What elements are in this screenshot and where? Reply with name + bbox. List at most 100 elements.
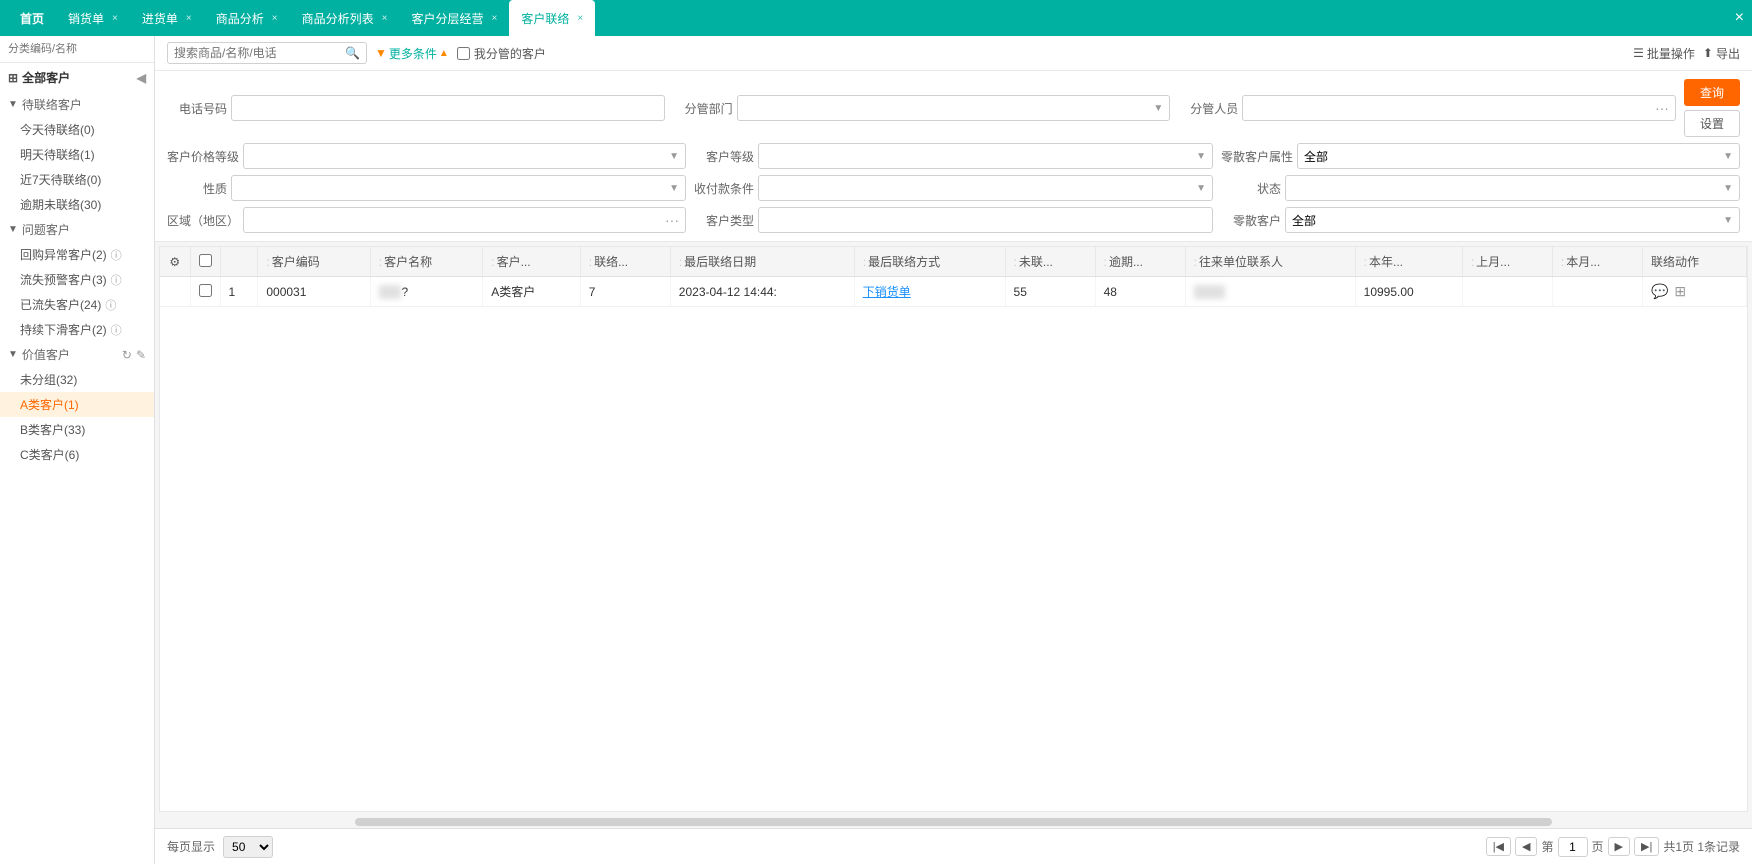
info-icon-already-lost[interactable]: ⓘ xyxy=(105,300,116,312)
th-last-month[interactable]: 上月... xyxy=(1462,247,1552,277)
manager-select[interactable]: ··· xyxy=(1242,95,1676,121)
price-grade-select[interactable]: ▼ xyxy=(243,143,686,169)
filter-field-customer-type: 客户类型 xyxy=(694,207,1213,233)
sidebar-item-class-c[interactable]: C类客户(6) xyxy=(0,442,154,467)
nav-tab-sales[interactable]: 销货单× xyxy=(56,0,130,36)
next-page-btn[interactable]: ▶ xyxy=(1608,837,1630,856)
edit-icon[interactable]: ✎ xyxy=(136,348,146,362)
th-last-contact-date[interactable]: 最后联络日期 xyxy=(670,247,854,277)
row-last-contact-method: 下销货单 xyxy=(854,277,1005,307)
nature-select[interactable]: ▼ xyxy=(231,175,686,201)
payment-select[interactable]: ▼ xyxy=(758,175,1213,201)
export-icon: ⬆ xyxy=(1703,46,1713,60)
sidebar-item-label-lost-predicted: 流失预警客户(3) xyxy=(20,273,107,287)
row-method-link[interactable]: 下销货单 xyxy=(863,285,911,299)
retail-customer-select[interactable]: 全部 ▼ xyxy=(1285,207,1740,233)
th-code[interactable]: 客户编码 xyxy=(258,247,370,277)
customer-grade-select[interactable]: ▼ xyxy=(758,143,1213,169)
sidebar-item-7days[interactable]: 近7天待联络(0) xyxy=(0,167,154,192)
close-all-icon[interactable]: × xyxy=(1735,9,1744,27)
sidebar-section-arrow-pending-contact: ▼ xyxy=(8,99,18,110)
bulk-ops-btn[interactable]: ☰ 批量操作 xyxy=(1633,45,1695,62)
settings-btn[interactable]: 设置 xyxy=(1684,110,1740,137)
nav-tab-close-sales[interactable]: × xyxy=(112,13,118,24)
retail-attr-arrow-icon: ▼ xyxy=(1723,151,1733,162)
th-this-month[interactable]: 本月... xyxy=(1552,247,1642,277)
sidebar-item-label-repurchase-abnormal: 回购异常客户(2) xyxy=(20,248,107,262)
sidebar-section-title-problem-customers[interactable]: ▼问题客户 xyxy=(0,217,154,242)
retail-customer-arrow-icon: ▼ xyxy=(1723,215,1733,226)
sidebar-all-customers[interactable]: ⊞ 全部客户 ◀ xyxy=(0,63,154,92)
region-select[interactable]: ··· xyxy=(243,207,686,233)
sidebar-item-class-a[interactable]: A类客户(1) xyxy=(0,392,154,417)
th-name[interactable]: 客户名称 xyxy=(370,247,482,277)
row-name: Ea? xyxy=(370,277,482,307)
nav-tab-customer-contact[interactable]: 客户联络× xyxy=(509,0,595,36)
last-page-btn[interactable]: ▶| xyxy=(1634,837,1659,856)
th-uncontacted[interactable]: 未联... xyxy=(1005,247,1095,277)
info-icon-repurchase-abnormal[interactable]: ⓘ xyxy=(111,250,122,262)
sidebar-item-label-class-b: B类客户(33) xyxy=(20,423,85,437)
chat-icon[interactable]: 💬 xyxy=(1651,283,1668,300)
th-contact[interactable]: 联络... xyxy=(580,247,670,277)
dept-select[interactable]: ▼ xyxy=(737,95,1171,121)
horizontal-scrollbar[interactable] xyxy=(155,816,1752,828)
info-icon-continuous-decline[interactable]: ⓘ xyxy=(111,325,122,337)
sidebar-search-input[interactable] xyxy=(8,43,150,55)
th-current-year[interactable]: 本年... xyxy=(1355,247,1462,277)
sidebar-item-already-lost[interactable]: 已流失客户(24)ⓘ xyxy=(0,292,154,317)
nav-tab-product-analysis[interactable]: 商品分析× xyxy=(204,0,290,36)
my-customers-checkbox[interactable] xyxy=(457,47,470,60)
page-input[interactable] xyxy=(1558,837,1588,857)
filter-field-phone: 电话号码 xyxy=(167,95,665,121)
prev-page-btn[interactable]: ◀ xyxy=(1515,837,1537,856)
nav-tab-close-customer-contact[interactable]: × xyxy=(577,13,583,24)
sidebar-item-label-7days: 近7天待联络(0) xyxy=(20,173,101,187)
select-all-checkbox[interactable] xyxy=(199,254,212,267)
sidebar-item-repurchase-abnormal[interactable]: 回购异常客户(2) ⓘ xyxy=(0,242,154,267)
export-btn[interactable]: ⬆ 导出 xyxy=(1703,45,1740,62)
nav-tab-home[interactable]: 首页 xyxy=(8,0,56,36)
manager-dots-icon: ··· xyxy=(1655,100,1669,116)
qr-icon[interactable]: ⊞ xyxy=(1674,283,1686,300)
query-btn[interactable]: 查询 xyxy=(1684,79,1740,106)
first-page-btn[interactable]: |◀ xyxy=(1486,837,1511,856)
row-checkbox-0[interactable] xyxy=(199,284,212,297)
sidebar-item-overdue[interactable]: 逾期未联络(30) xyxy=(0,192,154,217)
top-nav: 首页销货单×进货单×商品分析×商品分析列表×客户分层经营×客户联络× × xyxy=(0,0,1752,36)
retail-attr-select[interactable]: 全部 ▼ xyxy=(1297,143,1740,169)
refresh-icon[interactable]: ↻ xyxy=(122,348,132,362)
th-customer-type[interactable]: 客户... xyxy=(483,247,581,277)
status-select[interactable]: ▼ xyxy=(1285,175,1740,201)
per-page-select[interactable]: 50 100 200 xyxy=(223,836,273,858)
more-filters-btn[interactable]: ▼ 更多条件 ▲ xyxy=(375,45,449,62)
row-this-month xyxy=(1552,277,1642,307)
nav-tab-close-purchase[interactable]: × xyxy=(186,13,192,24)
nav-tab-product-analysis-list[interactable]: 商品分析列表× xyxy=(290,0,400,36)
th-gear[interactable]: ⚙ xyxy=(160,247,190,277)
filter-search-icon[interactable]: 🔍 xyxy=(345,46,360,60)
sidebar-section-title-value-customers[interactable]: ▼价值客户↻✎ xyxy=(0,342,154,367)
nav-tab-close-customer-segment[interactable]: × xyxy=(491,13,497,24)
nav-tab-close-product-analysis[interactable]: × xyxy=(272,13,278,24)
sidebar-collapse-btn[interactable]: ◀ xyxy=(137,71,146,85)
scrollbar-track xyxy=(355,818,1552,826)
phone-input[interactable] xyxy=(231,95,665,121)
sidebar-item-unclassified[interactable]: 未分组(32) xyxy=(0,367,154,392)
info-icon-lost-predicted[interactable]: ⓘ xyxy=(111,275,122,287)
th-last-contact-method[interactable]: 最后联络方式 xyxy=(854,247,1005,277)
sidebar-item-today[interactable]: 今天待联络(0) xyxy=(0,117,154,142)
sidebar-item-class-b[interactable]: B类客户(33) xyxy=(0,417,154,442)
sidebar-section-title-pending-contact[interactable]: ▼待联络客户 xyxy=(0,92,154,117)
sidebar-item-tomorrow[interactable]: 明天待联络(1) xyxy=(0,142,154,167)
th-unit-contact[interactable]: 往来单位联系人 xyxy=(1185,247,1355,277)
sidebar-item-continuous-decline[interactable]: 持续下滑客户(2)ⓘ xyxy=(0,317,154,342)
customer-type-input[interactable] xyxy=(758,207,1213,233)
th-overdue[interactable]: 逾期... xyxy=(1095,247,1185,277)
nav-tab-purchase[interactable]: 进货单× xyxy=(130,0,204,36)
payment-arrow-icon: ▼ xyxy=(1196,183,1206,194)
nav-tab-close-product-analysis-list[interactable]: × xyxy=(382,13,388,24)
filter-search-input[interactable] xyxy=(174,46,341,60)
sidebar-item-lost-predicted[interactable]: 流失预警客户(3) ⓘ xyxy=(0,267,154,292)
nav-tab-customer-segment[interactable]: 客户分层经营× xyxy=(399,0,509,36)
